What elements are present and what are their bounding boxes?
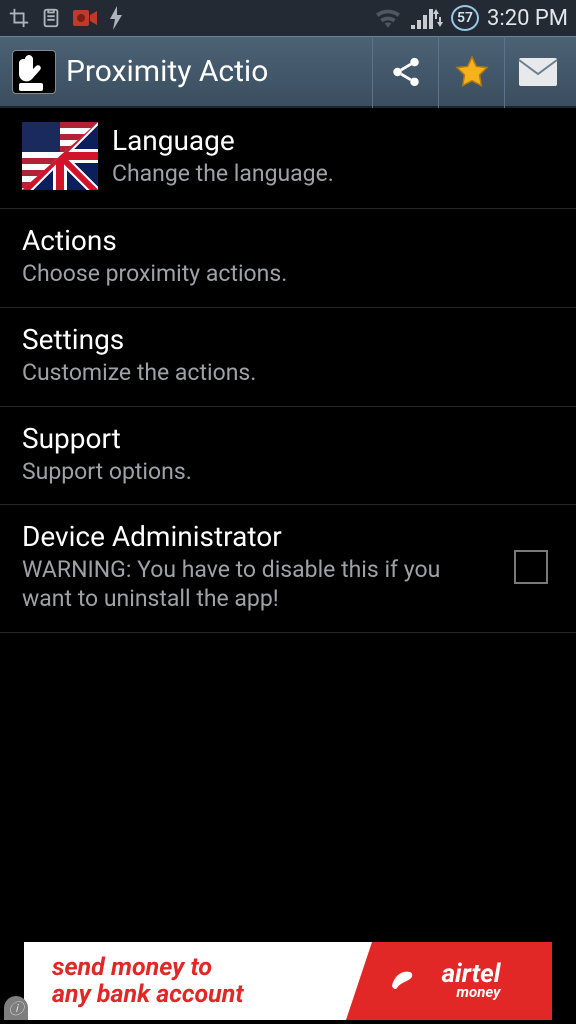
item-title: Language bbox=[112, 123, 554, 158]
ad-brand: airtel money bbox=[372, 942, 552, 1020]
list-item-language[interactable]: Language Change the language. bbox=[0, 108, 576, 209]
share-button[interactable] bbox=[372, 36, 438, 108]
item-title: Settings bbox=[22, 322, 554, 357]
settings-list: Language Change the language. Actions Ch… bbox=[0, 108, 576, 942]
item-subtitle: WARNING: You have to disable this if you… bbox=[22, 556, 452, 614]
item-subtitle: Customize the actions. bbox=[22, 359, 554, 388]
item-title: Support bbox=[22, 421, 554, 456]
item-subtitle: Support options. bbox=[22, 458, 554, 487]
flag-icon bbox=[22, 122, 98, 190]
star-icon bbox=[454, 54, 490, 90]
clipboard-icon bbox=[40, 6, 62, 30]
ad-banner[interactable]: send money to any bank account airtel mo… bbox=[0, 942, 576, 1024]
ad-text: send money to any bank account bbox=[24, 954, 372, 1009]
list-item-support[interactable]: Support Support options. bbox=[0, 407, 576, 506]
item-subtitle: Change the language. bbox=[112, 160, 554, 189]
list-item-settings[interactable]: Settings Customize the actions. bbox=[0, 308, 576, 407]
list-item-actions[interactable]: Actions Choose proximity actions. bbox=[0, 209, 576, 308]
wifi-icon bbox=[375, 7, 401, 29]
clock: 3:20 PM bbox=[487, 6, 568, 31]
bolt-icon bbox=[108, 6, 124, 30]
mail-icon bbox=[518, 57, 558, 87]
mail-button[interactable] bbox=[504, 36, 570, 108]
action-bar: Proximity Actio bbox=[0, 36, 576, 108]
list-item-device-admin[interactable]: Device Administrator WARNING: You have t… bbox=[0, 505, 576, 633]
item-title: Device Administrator bbox=[22, 519, 496, 554]
record-icon bbox=[72, 8, 98, 28]
signal-icon bbox=[409, 7, 443, 29]
share-icon bbox=[389, 55, 423, 89]
battery-icon: 57 bbox=[451, 5, 479, 31]
ad-info-icon[interactable]: ⓘ bbox=[4, 996, 28, 1020]
item-subtitle: Choose proximity actions. bbox=[22, 260, 554, 289]
device-admin-checkbox[interactable] bbox=[514, 550, 548, 584]
app-title: Proximity Actio bbox=[66, 54, 346, 89]
crop-icon bbox=[8, 7, 30, 29]
airtel-logo-icon bbox=[388, 966, 416, 994]
favorite-button[interactable] bbox=[438, 36, 504, 108]
app-icon[interactable] bbox=[12, 50, 56, 94]
status-bar: 57 3:20 PM bbox=[0, 0, 576, 36]
item-title: Actions bbox=[22, 223, 554, 258]
